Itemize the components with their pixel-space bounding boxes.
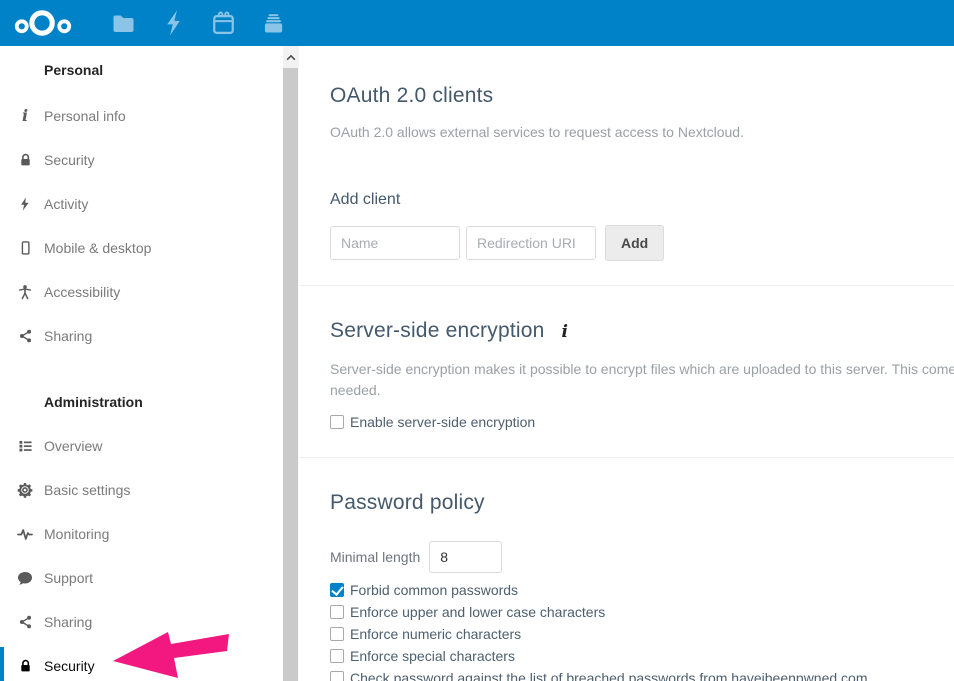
topbar <box>0 0 954 46</box>
oauth-section: OAuth 2.0 clients OAuth 2.0 allows exter… <box>300 46 954 285</box>
sidebar-scrollbar <box>283 46 299 681</box>
activity-app-button[interactable] <box>148 0 198 46</box>
stack-icon <box>261 11 286 36</box>
settings-sidebar: Personal i Personal info Security Activi… <box>0 46 300 681</box>
password-policy-title: Password policy <box>330 491 954 515</box>
gear-icon <box>17 482 33 498</box>
sidebar-item-accessibility[interactable]: Accessibility <box>0 270 300 314</box>
redirection-uri-input[interactable] <box>466 226 596 260</box>
lightning-icon <box>162 9 185 37</box>
sidebar-item-security-personal[interactable]: Security <box>0 138 300 182</box>
nextcloud-logo[interactable] <box>12 6 74 40</box>
share-icon <box>17 328 33 344</box>
settings-content: OAuth 2.0 clients OAuth 2.0 allows exter… <box>300 46 954 681</box>
info-icon[interactable]: i <box>562 322 569 342</box>
sidebar-item-personal-info[interactable]: i Personal info <box>0 94 300 138</box>
scrollbar-thumb[interactable] <box>283 68 298 681</box>
support-icon <box>17 570 33 586</box>
policy-label: Check password against the list of breac… <box>350 670 868 681</box>
sidebar-caption-personal: Personal <box>0 46 300 94</box>
sidebar-item-sharing-personal[interactable]: Sharing <box>0 314 300 358</box>
sidebar-item-label: Mobile & desktop <box>44 240 151 256</box>
policy-label: Forbid common passwords <box>350 582 518 598</box>
sidebar-item-overview[interactable]: Overview <box>0 424 300 468</box>
sidebar-item-monitoring[interactable]: Monitoring <box>0 512 300 556</box>
sidebar-item-label: Personal info <box>44 108 126 124</box>
oauth-description: OAuth 2.0 allows external services to re… <box>330 122 954 143</box>
lock-icon <box>17 658 33 674</box>
sidebar-item-label: Support <box>44 570 93 586</box>
hibp-checkbox[interactable] <box>330 671 344 681</box>
sidebar-item-label: Security <box>44 658 95 674</box>
sidebar-item-security-admin[interactable]: Security <box>0 644 300 681</box>
sidebar-section-gap <box>0 358 300 380</box>
policy-label: Enforce upper and lower case characters <box>350 604 605 620</box>
minimal-length-row: Minimal length <box>330 541 954 573</box>
policy-row-forbid-common: Forbid common passwords <box>330 582 954 598</box>
calendar-app-button[interactable] <box>198 0 248 46</box>
app-menu <box>98 0 298 46</box>
share-icon <box>17 614 33 630</box>
oauth-title: OAuth 2.0 clients <box>330 84 954 108</box>
encryption-section: Server-side encryption i Server-side enc… <box>300 285 954 457</box>
sidebar-item-label: Monitoring <box>44 526 109 542</box>
sidebar-item-label: Sharing <box>44 328 92 344</box>
enable-encryption-row: Enable server-side encryption <box>330 414 954 430</box>
sidebar-item-activity[interactable]: Activity <box>0 182 300 226</box>
deck-app-button[interactable] <box>248 0 298 46</box>
policy-label: Enforce special characters <box>350 648 515 664</box>
accessibility-icon <box>17 284 33 300</box>
scrollbar-up-button[interactable] <box>283 46 299 68</box>
sidebar-item-label: Accessibility <box>44 284 120 300</box>
client-name-input[interactable] <box>330 226 460 260</box>
add-client-button[interactable]: Add <box>605 225 664 261</box>
lightning-icon <box>17 196 33 212</box>
phone-icon <box>17 240 33 256</box>
special-chars-checkbox[interactable] <box>330 649 344 663</box>
policy-row-special: Enforce special characters <box>330 648 954 664</box>
password-policy-checkboxes: Forbid common passwords Enforce upper an… <box>330 582 954 681</box>
policy-row-hibp: Check password against the list of breac… <box>330 670 954 681</box>
forbid-common-checkbox[interactable] <box>330 583 344 597</box>
policy-row-upper-lower: Enforce upper and lower case characters <box>330 604 954 620</box>
upper-lower-checkbox[interactable] <box>330 605 344 619</box>
sidebar-item-label: Activity <box>44 196 88 212</box>
sidebar-item-sharing-admin[interactable]: Sharing <box>0 600 300 644</box>
files-app-button[interactable] <box>98 0 148 46</box>
sidebar-item-label: Security <box>44 152 95 168</box>
encryption-title: Server-side encryption i <box>330 319 954 343</box>
add-client-row: Add <box>330 225 954 261</box>
minimal-length-input[interactable] <box>429 541 502 573</box>
policy-row-numeric: Enforce numeric characters <box>330 626 954 642</box>
policy-label: Enforce numeric characters <box>350 626 521 642</box>
sidebar-item-mobile-desktop[interactable]: Mobile & desktop <box>0 226 300 270</box>
encryption-description-line1: Server-side encryption makes it possible… <box>330 359 954 380</box>
calendar-icon <box>211 10 236 37</box>
enable-encryption-label: Enable server-side encryption <box>350 414 535 430</box>
info-icon: i <box>17 108 33 124</box>
enable-encryption-checkbox[interactable] <box>330 415 344 429</box>
sidebar-caption-administration: Administration <box>0 380 300 424</box>
sidebar-item-support[interactable]: Support <box>0 556 300 600</box>
encryption-description-line2: needed. <box>330 380 954 401</box>
numeric-checkbox[interactable] <box>330 627 344 641</box>
folder-icon <box>111 11 136 36</box>
lock-icon <box>17 152 33 168</box>
sidebar-item-basic-settings[interactable]: Basic settings <box>0 468 300 512</box>
add-client-heading: Add client <box>330 191 954 209</box>
overview-icon <box>17 438 33 454</box>
minimal-length-label: Minimal length <box>330 549 420 565</box>
sidebar-item-label: Sharing <box>44 614 92 630</box>
chevron-up-icon <box>285 53 297 62</box>
password-policy-section: Password policy Minimal length Forbid co… <box>300 457 954 681</box>
sidebar-item-label: Basic settings <box>44 482 130 498</box>
sidebar-item-label: Overview <box>44 438 102 454</box>
monitoring-icon <box>17 526 33 542</box>
encryption-title-text: Server-side encryption <box>330 319 545 343</box>
